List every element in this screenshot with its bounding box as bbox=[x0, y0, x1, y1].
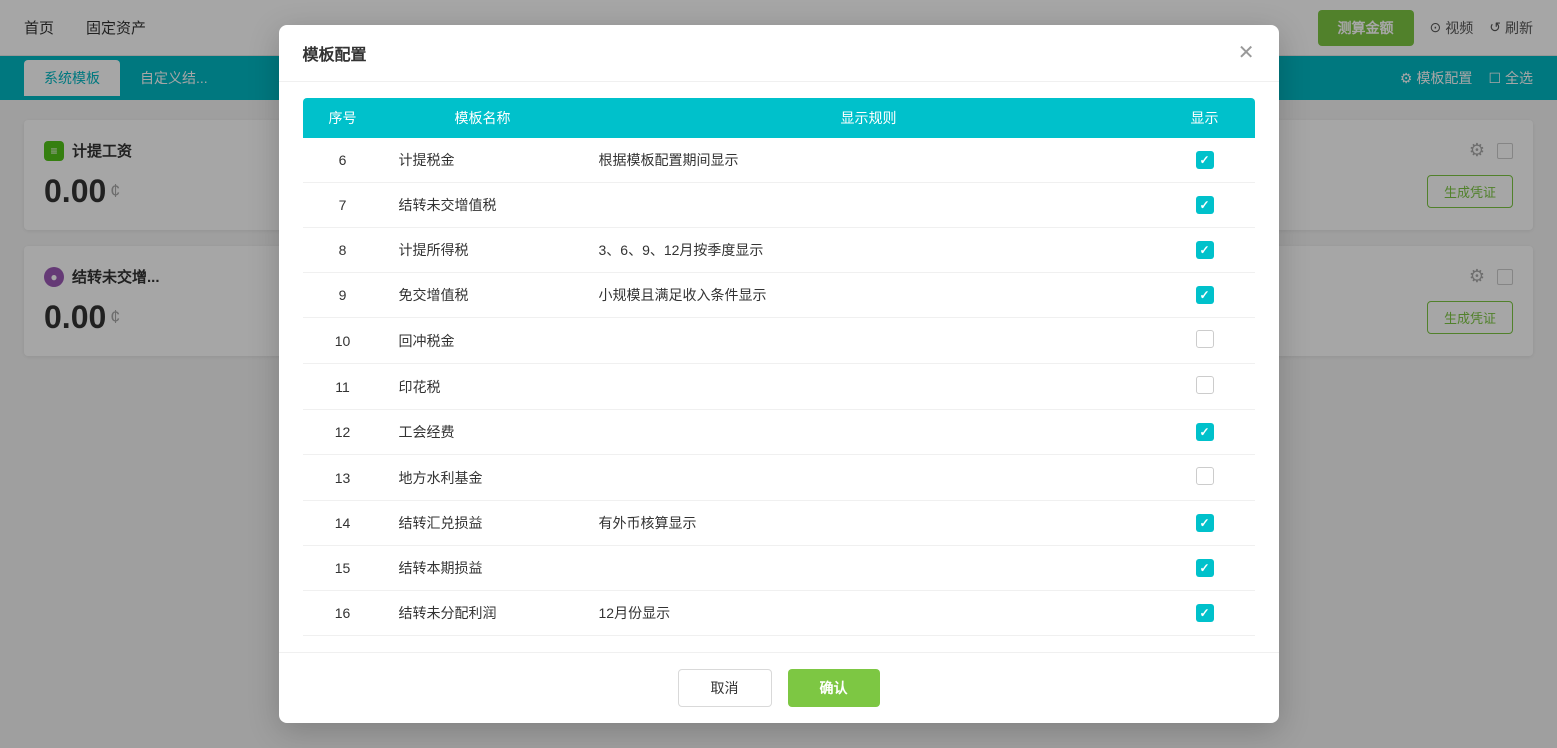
table-row: 6计提税金根据模板配置期间显示 bbox=[303, 138, 1255, 183]
checkbox-9[interactable] bbox=[1196, 286, 1214, 304]
row-name-11: 印花税 bbox=[383, 364, 583, 410]
row-name-8: 计提所得税 bbox=[383, 228, 583, 273]
checkbox-16[interactable] bbox=[1196, 604, 1214, 622]
row-name-13: 地方水利基金 bbox=[383, 455, 583, 501]
row-rule-13 bbox=[583, 455, 1155, 501]
checkbox-13[interactable] bbox=[1196, 467, 1214, 485]
table-row: 12工会经费 bbox=[303, 410, 1255, 455]
table-row: 8计提所得税3、6、9、12月按季度显示 bbox=[303, 228, 1255, 273]
col-header-id: 序号 bbox=[303, 98, 383, 138]
modal-footer: 取消 确认 bbox=[279, 652, 1279, 723]
row-display-10 bbox=[1155, 318, 1255, 364]
row-rule-9: 小规模且满足收入条件显示 bbox=[583, 273, 1155, 318]
row-name-14: 结转汇兑损益 bbox=[383, 501, 583, 546]
row-name-12: 工会经费 bbox=[383, 410, 583, 455]
row-display-15 bbox=[1155, 546, 1255, 591]
row-id-9: 9 bbox=[303, 273, 383, 318]
table-row: 9免交增值税小规模且满足收入条件显示 bbox=[303, 273, 1255, 318]
col-header-rule: 显示规则 bbox=[583, 98, 1155, 138]
modal-overlay: 模板配置 ✕ 序号 模板名称 显示规则 显示 6计提税金根据模板配置期间显示7结… bbox=[0, 0, 1557, 748]
checkbox-10[interactable] bbox=[1196, 330, 1214, 348]
row-rule-7 bbox=[583, 183, 1155, 228]
row-display-12 bbox=[1155, 410, 1255, 455]
row-display-8 bbox=[1155, 228, 1255, 273]
modal-title: 模板配置 bbox=[303, 41, 367, 65]
row-id-7: 7 bbox=[303, 183, 383, 228]
row-rule-12 bbox=[583, 410, 1155, 455]
row-display-14 bbox=[1155, 501, 1255, 546]
row-name-6: 计提税金 bbox=[383, 138, 583, 183]
config-table: 序号 模板名称 显示规则 显示 6计提税金根据模板配置期间显示7结转未交增值税8… bbox=[303, 98, 1255, 636]
checkbox-7[interactable] bbox=[1196, 196, 1214, 214]
row-id-8: 8 bbox=[303, 228, 383, 273]
row-display-6 bbox=[1155, 138, 1255, 183]
row-rule-15 bbox=[583, 546, 1155, 591]
row-display-13 bbox=[1155, 455, 1255, 501]
row-display-16 bbox=[1155, 591, 1255, 636]
row-rule-16: 12月份显示 bbox=[583, 591, 1155, 636]
row-rule-10 bbox=[583, 318, 1155, 364]
row-rule-6: 根据模板配置期间显示 bbox=[583, 138, 1155, 183]
row-id-14: 14 bbox=[303, 501, 383, 546]
table-row: 7结转未交增值税 bbox=[303, 183, 1255, 228]
row-name-9: 免交增值税 bbox=[383, 273, 583, 318]
row-id-16: 16 bbox=[303, 591, 383, 636]
row-rule-11 bbox=[583, 364, 1155, 410]
table-header: 序号 模板名称 显示规则 显示 bbox=[303, 98, 1255, 138]
checkbox-12[interactable] bbox=[1196, 423, 1214, 441]
cancel-button[interactable]: 取消 bbox=[678, 669, 772, 707]
row-display-11 bbox=[1155, 364, 1255, 410]
row-name-7: 结转未交增值税 bbox=[383, 183, 583, 228]
row-id-6: 6 bbox=[303, 138, 383, 183]
checkbox-11[interactable] bbox=[1196, 376, 1214, 394]
template-config-modal: 模板配置 ✕ 序号 模板名称 显示规则 显示 6计提税金根据模板配置期间显示7结… bbox=[279, 25, 1279, 723]
row-name-16: 结转未分配利润 bbox=[383, 591, 583, 636]
row-id-15: 15 bbox=[303, 546, 383, 591]
row-display-9 bbox=[1155, 273, 1255, 318]
col-header-name: 模板名称 bbox=[383, 98, 583, 138]
table-row: 13地方水利基金 bbox=[303, 455, 1255, 501]
modal-close-button[interactable]: ✕ bbox=[1238, 43, 1255, 63]
checkbox-6[interactable] bbox=[1196, 151, 1214, 169]
confirm-button[interactable]: 确认 bbox=[788, 669, 880, 707]
table-row: 16结转未分配利润12月份显示 bbox=[303, 591, 1255, 636]
row-name-15: 结转本期损益 bbox=[383, 546, 583, 591]
table-row: 14结转汇兑损益有外币核算显示 bbox=[303, 501, 1255, 546]
modal-body: 序号 模板名称 显示规则 显示 6计提税金根据模板配置期间显示7结转未交增值税8… bbox=[279, 82, 1279, 652]
table-body: 6计提税金根据模板配置期间显示7结转未交增值税8计提所得税3、6、9、12月按季… bbox=[303, 138, 1255, 636]
checkbox-14[interactable] bbox=[1196, 514, 1214, 532]
row-display-7 bbox=[1155, 183, 1255, 228]
col-header-display: 显示 bbox=[1155, 98, 1255, 138]
row-rule-14: 有外币核算显示 bbox=[583, 501, 1155, 546]
table-row: 10回冲税金 bbox=[303, 318, 1255, 364]
checkbox-15[interactable] bbox=[1196, 559, 1214, 577]
row-id-10: 10 bbox=[303, 318, 383, 364]
modal-header: 模板配置 ✕ bbox=[279, 25, 1279, 82]
table-row: 15结转本期损益 bbox=[303, 546, 1255, 591]
table-row: 11印花税 bbox=[303, 364, 1255, 410]
row-name-10: 回冲税金 bbox=[383, 318, 583, 364]
row-id-13: 13 bbox=[303, 455, 383, 501]
row-rule-8: 3、6、9、12月按季度显示 bbox=[583, 228, 1155, 273]
row-id-12: 12 bbox=[303, 410, 383, 455]
checkbox-8[interactable] bbox=[1196, 241, 1214, 259]
row-id-11: 11 bbox=[303, 364, 383, 410]
